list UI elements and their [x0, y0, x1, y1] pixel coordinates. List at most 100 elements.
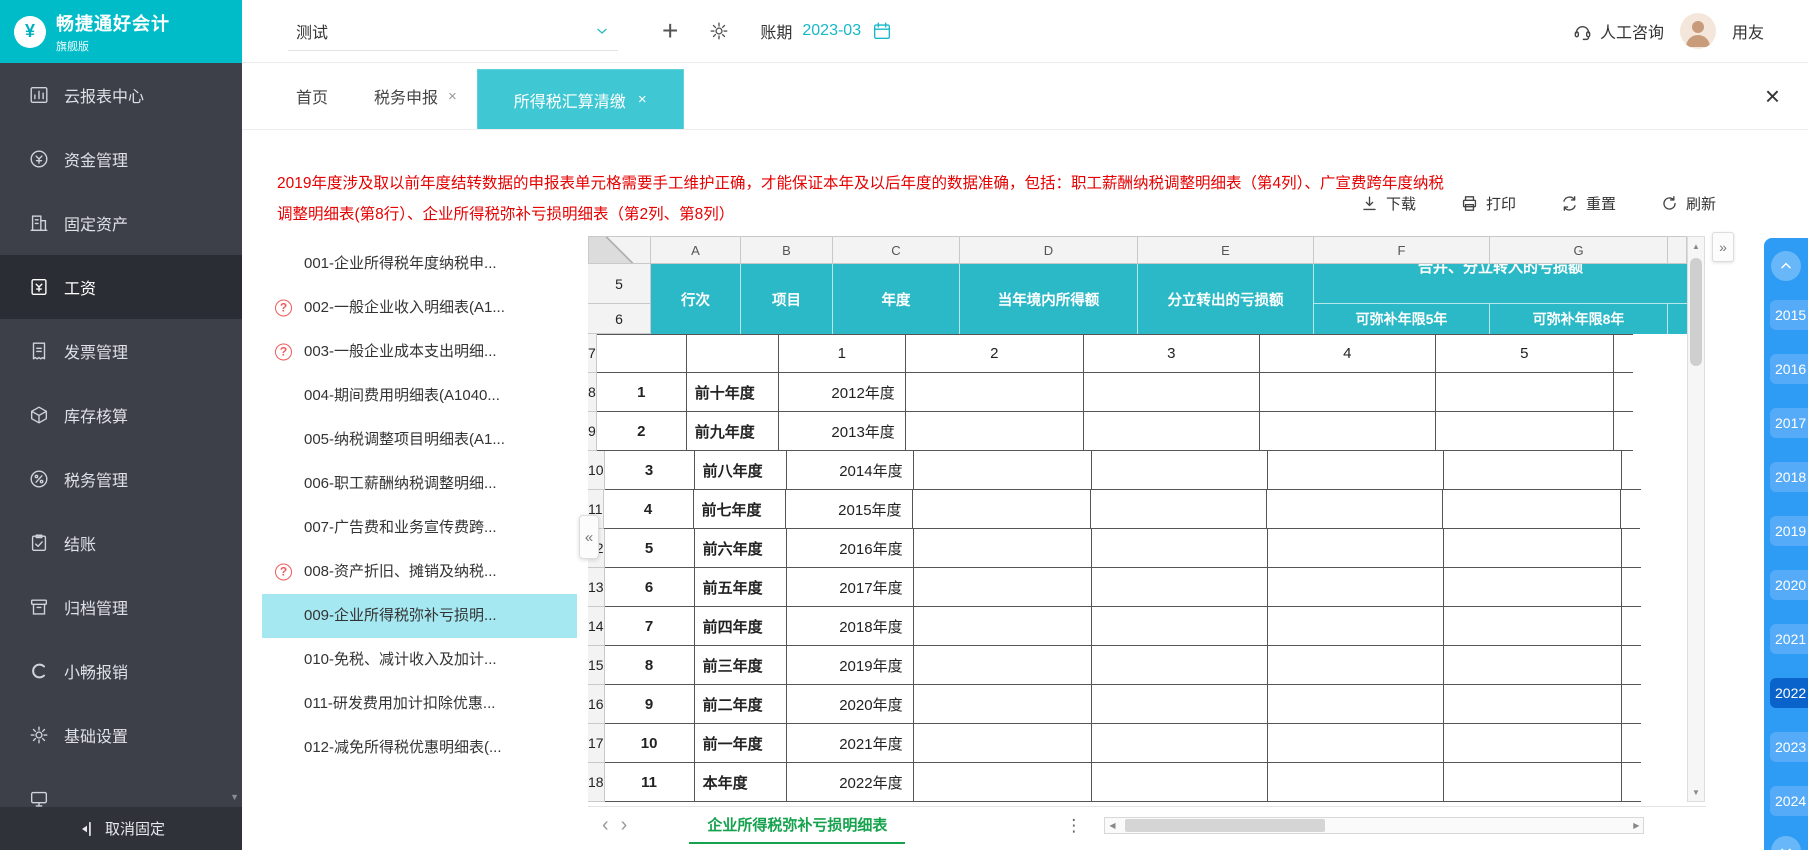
form-item-001[interactable]: 001-企业所得税年度纳税申... [262, 242, 577, 286]
cell[interactable] [1091, 646, 1268, 685]
year-chip-2018[interactable]: 2018 [1770, 462, 1808, 492]
form-item-002[interactable]: ? 002-一般企业收入明细表(A1... [262, 286, 577, 330]
sidebar-item-funds[interactable]: 资金管理 [0, 127, 242, 191]
cell-item[interactable]: 前二年度 [694, 685, 787, 724]
scroll-up-icon[interactable]: ▲ [1688, 237, 1704, 255]
cell[interactable] [1621, 724, 1641, 763]
cell-line[interactable]: 5 [604, 529, 695, 568]
cell[interactable] [1091, 763, 1268, 802]
cell[interactable] [1443, 451, 1622, 490]
horizontal-scrollbar-thumb[interactable] [1125, 819, 1326, 832]
year-panel-scroll-up[interactable] [1771, 251, 1801, 281]
cell[interactable] [686, 334, 779, 373]
cell[interactable] [1091, 607, 1268, 646]
header-item[interactable]: 项目 [741, 264, 833, 334]
cell-year[interactable]: 2017年度 [786, 568, 914, 607]
header-line-no[interactable]: 行次 [651, 264, 741, 334]
cell[interactable] [1443, 607, 1622, 646]
cell[interactable]: 4 [1259, 334, 1436, 373]
cell[interactable]: 5 [1435, 334, 1614, 373]
cell[interactable] [1267, 685, 1444, 724]
sidebar-item-closing[interactable]: 结账 [0, 511, 242, 575]
sidebar-item-settings[interactable]: 基础设置 [0, 703, 242, 767]
cell-item[interactable]: 前五年度 [694, 568, 787, 607]
form-item-003[interactable]: ? 003-一般企业成本支出明细... [262, 330, 577, 374]
cell-year[interactable]: 2021年度 [786, 724, 914, 763]
sidebar-item-archive[interactable]: 归档管理 [0, 575, 242, 639]
cell[interactable] [913, 763, 1092, 802]
tab-tax-filing[interactable]: 税务申报 × [366, 84, 465, 108]
cell[interactable] [1435, 373, 1614, 412]
cell-year[interactable]: 2015年度 [785, 490, 913, 529]
sidebar-scroll-down-icon[interactable]: ▼ [230, 792, 239, 802]
cell[interactable]: 1 [778, 334, 906, 373]
period-value[interactable]: 2023-03 [802, 22, 861, 40]
question-badge-icon[interactable]: ? [275, 563, 292, 581]
cell[interactable] [1267, 451, 1444, 490]
sidebar-item-tax[interactable]: 税务管理 [0, 447, 242, 511]
year-chip-2016[interactable]: 2016 [1770, 354, 1808, 384]
add-account-button[interactable]: + [662, 17, 678, 45]
cell-item[interactable]: 前三年度 [694, 646, 787, 685]
year-chip-2015[interactable]: 2015 [1770, 300, 1808, 330]
avatar[interactable] [1679, 13, 1716, 49]
cell[interactable] [1443, 763, 1622, 802]
cell[interactable] [1443, 568, 1622, 607]
cell[interactable] [913, 607, 1092, 646]
col-header-E[interactable]: E [1138, 236, 1314, 264]
user-name[interactable]: 用友 [1732, 19, 1764, 43]
col-header-B[interactable]: B [741, 236, 833, 264]
cell-year[interactable]: 2012年度 [778, 373, 906, 412]
cell-item[interactable]: 前八年度 [694, 451, 787, 490]
cell[interactable] [1091, 568, 1268, 607]
reset-button[interactable]: 重置 [1560, 193, 1616, 214]
cell[interactable] [913, 568, 1092, 607]
cell-item[interactable]: 前十年度 [686, 373, 779, 412]
cell-line[interactable]: 1 [596, 373, 687, 412]
cell[interactable] [1443, 646, 1622, 685]
sidebar-item-invoice[interactable]: 发票管理 [0, 319, 242, 383]
cell[interactable] [1091, 724, 1268, 763]
row-number[interactable]: 14 [588, 607, 605, 646]
cell[interactable] [1620, 490, 1640, 529]
tab-home[interactable]: 首页 [288, 84, 336, 108]
horizontal-scrollbar[interactable]: ◀ ▶ [1104, 817, 1645, 834]
header-split-out-loss[interactable]: 分立转出的亏损额 [1138, 264, 1314, 334]
download-button[interactable]: 下载 [1360, 193, 1416, 214]
tab-income-tax-settlement[interactable]: 所得税汇算清缴 × [476, 69, 684, 129]
form-item-010[interactable]: 010-免税、减计收入及加计... [262, 638, 577, 682]
row-number[interactable]: 18 [588, 763, 605, 802]
cell-year[interactable]: 2018年度 [786, 607, 914, 646]
header-partial-cell[interactable] [1668, 304, 1687, 334]
row-number[interactable]: 8 [588, 373, 597, 412]
sidebar-item-inventory[interactable]: 库存核算 [0, 383, 242, 447]
cell[interactable] [1443, 724, 1622, 763]
sheet-tab[interactable]: 企业所得税弥补亏损明细表 [689, 807, 906, 844]
cell-item[interactable]: 前六年度 [694, 529, 787, 568]
cell[interactable] [1443, 529, 1622, 568]
cell-year[interactable]: 2014年度 [786, 451, 914, 490]
refresh-button[interactable]: 刷新 [1660, 193, 1716, 214]
collapse-panel-button[interactable]: « [579, 515, 599, 559]
question-badge-icon[interactable]: ? [275, 299, 292, 317]
vertical-scrollbar[interactable]: ▲ ▼ [1687, 236, 1705, 802]
scroll-left-icon[interactable]: ◀ [1109, 821, 1115, 830]
more-icon[interactable]: ⋮ [1065, 816, 1082, 836]
form-item-004[interactable]: 004-期间费用明细表(A1040... [262, 374, 577, 418]
cell-line[interactable]: 3 [604, 451, 695, 490]
cell[interactable] [1090, 490, 1267, 529]
cell[interactable] [1259, 373, 1436, 412]
col-header-F[interactable]: F [1314, 236, 1490, 264]
calendar-icon[interactable] [871, 20, 893, 42]
year-panel-scroll-down[interactable] [1771, 836, 1801, 850]
cell-line[interactable]: 6 [604, 568, 695, 607]
app-logo[interactable]: ¥ 畅捷通好会计 旗舰版 [0, 0, 242, 63]
cell[interactable] [1621, 568, 1641, 607]
cell-item[interactable]: 前一年度 [694, 724, 787, 763]
cell[interactable] [596, 334, 687, 373]
year-chip-2019[interactable]: 2019 [1770, 516, 1808, 546]
header-domestic-income[interactable]: 当年境内所得额 [960, 264, 1138, 334]
cell[interactable] [1621, 763, 1641, 802]
header-year[interactable]: 年度 [833, 264, 960, 334]
form-item-006[interactable]: 006-职工薪酬纳税调整明细... [262, 462, 577, 506]
